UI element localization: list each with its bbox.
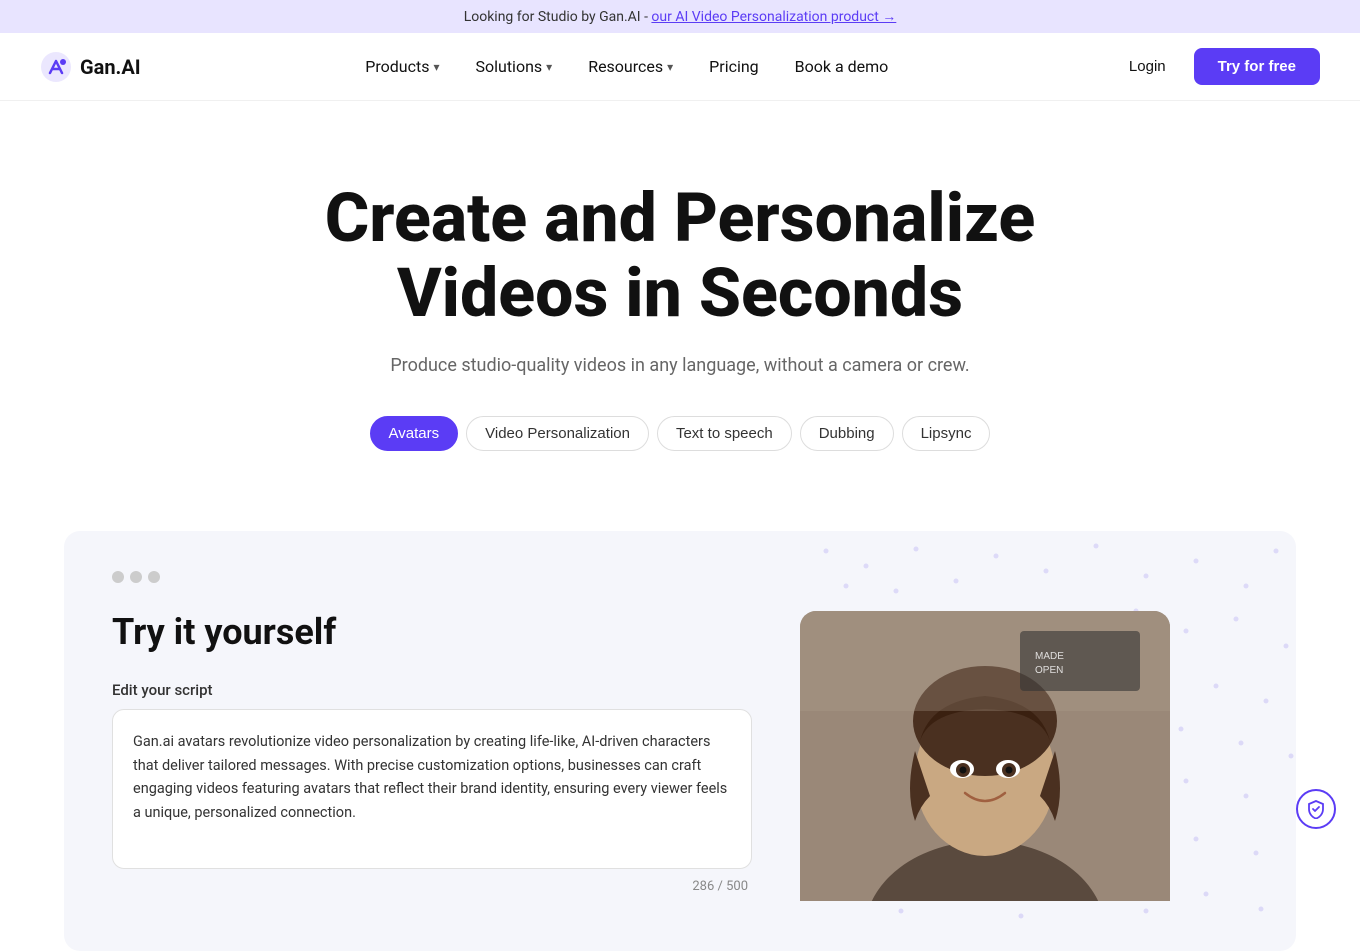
window-dot-3 bbox=[148, 571, 160, 583]
window-dots bbox=[112, 571, 1248, 583]
nav-products[interactable]: Products ▾ bbox=[351, 49, 453, 84]
solutions-chevron-icon: ▾ bbox=[546, 60, 552, 74]
products-chevron-icon: ▾ bbox=[433, 60, 439, 74]
demo-title: Try it yourself bbox=[112, 611, 752, 653]
nav-solutions[interactable]: Solutions ▾ bbox=[461, 49, 566, 84]
nav-resources[interactable]: Resources ▾ bbox=[574, 49, 687, 84]
nav-book-demo[interactable]: Book a demo bbox=[781, 49, 903, 84]
script-textarea[interactable]: Gan.ai avatars revolutionize video perso… bbox=[112, 709, 752, 869]
demo-inner: Try it yourself Edit your script Gan.ai … bbox=[112, 611, 1248, 901]
hero-headline: Create and Personalize Videos in Seconds bbox=[230, 181, 1130, 331]
svg-text:OPEN: OPEN bbox=[1035, 665, 1063, 676]
try-free-button[interactable]: Try for free bbox=[1194, 48, 1320, 85]
banner-link[interactable]: our AI Video Personalization product → bbox=[651, 9, 896, 25]
hero-subtext: Produce studio-quality videos in any lan… bbox=[40, 355, 1320, 376]
shield-badge-button[interactable] bbox=[1296, 789, 1336, 829]
tab-video-personalization[interactable]: Video Personalization bbox=[466, 416, 649, 451]
logo-icon bbox=[40, 51, 72, 83]
logo-text: Gan.AI bbox=[80, 55, 141, 79]
resources-chevron-icon: ▾ bbox=[667, 60, 673, 74]
login-button[interactable]: Login bbox=[1113, 50, 1182, 83]
nav-pricing[interactable]: Pricing bbox=[695, 49, 773, 84]
feature-tabs: Avatars Video Personalization Text to sp… bbox=[40, 416, 1320, 451]
navbar-actions: Login Try for free bbox=[1113, 48, 1320, 85]
navbar-nav: Products ▾ Solutions ▾ Resources ▾ Prici… bbox=[351, 49, 902, 84]
hero-section: Create and Personalize Videos in Seconds… bbox=[0, 101, 1360, 531]
demo-card: Try it yourself Edit your script Gan.ai … bbox=[64, 531, 1296, 951]
demo-right-panel: MADE OPEN bbox=[800, 611, 1170, 901]
navbar: Gan.AI Products ▾ Solutions ▾ Resources … bbox=[0, 33, 1360, 101]
tab-dubbing[interactable]: Dubbing bbox=[800, 416, 894, 451]
shield-icon bbox=[1306, 799, 1326, 819]
avatar-image: MADE OPEN bbox=[800, 611, 1170, 901]
avatar-video-preview: MADE OPEN bbox=[800, 611, 1170, 901]
avatar-figure: MADE OPEN bbox=[800, 611, 1170, 901]
window-dot-1 bbox=[112, 571, 124, 583]
demo-card-wrapper: Try it yourself Edit your script Gan.ai … bbox=[40, 531, 1320, 951]
char-counter: 286 / 500 bbox=[112, 879, 752, 894]
tab-text-to-speech[interactable]: Text to speech bbox=[657, 416, 792, 451]
tab-avatars[interactable]: Avatars bbox=[370, 416, 459, 451]
tab-lipsync[interactable]: Lipsync bbox=[902, 416, 991, 451]
logo[interactable]: Gan.AI bbox=[40, 51, 141, 83]
script-text: Gan.ai avatars revolutionize video perso… bbox=[133, 733, 727, 822]
svg-text:MADE: MADE bbox=[1035, 651, 1064, 662]
demo-left-panel: Try it yourself Edit your script Gan.ai … bbox=[112, 611, 752, 894]
top-banner: Looking for Studio by Gan.AI - our AI Vi… bbox=[0, 0, 1360, 33]
banner-text: Looking for Studio by Gan.AI - bbox=[464, 9, 652, 25]
script-label: Edit your script bbox=[112, 681, 752, 699]
window-dot-2 bbox=[130, 571, 142, 583]
